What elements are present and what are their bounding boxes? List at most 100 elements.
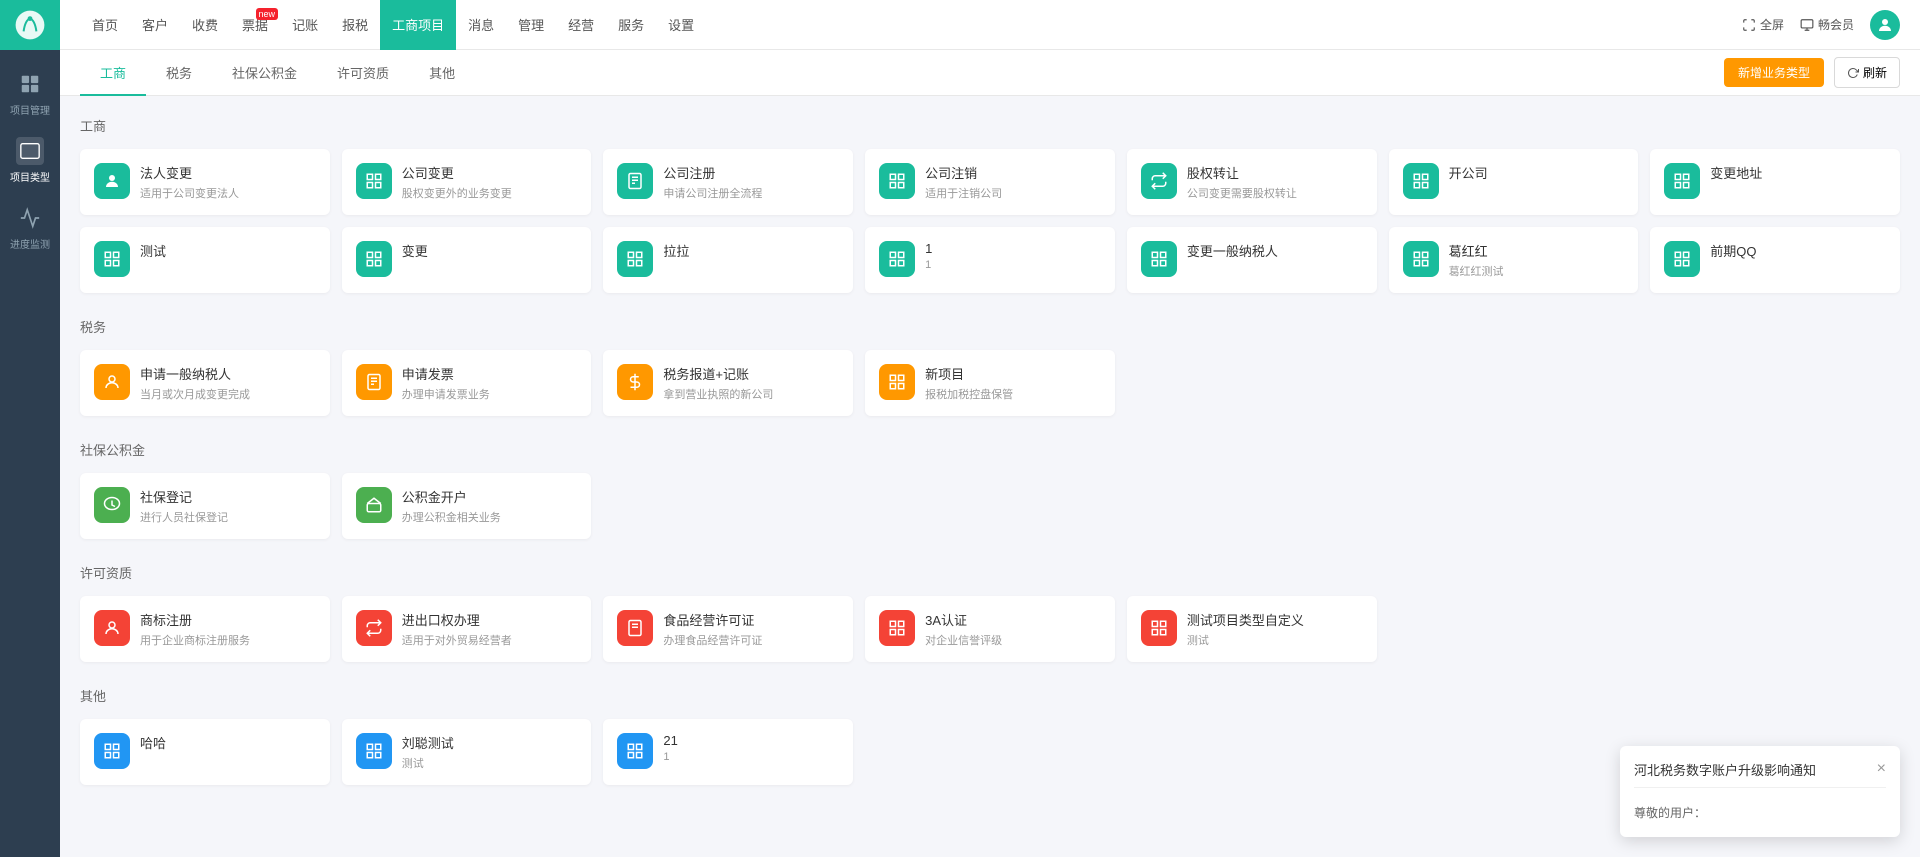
card-liucong-ceshi[interactable]: 刘聪测试 测试 <box>342 719 592 785</box>
card-ceshi[interactable]: 测试 <box>80 227 330 293</box>
refresh-label: 刷新 <box>1863 64 1887 81</box>
gongshang-cards-row1: 法人变更 适用于公司变更法人 公司变更 股权变更外的业务变更 公司注册 申请 <box>80 149 1900 215</box>
member-btn[interactable]: 畅会员 <box>1800 16 1854 33</box>
shebao-cards: 社保登记 进行人员社保登记 公积金开户 办理公积金相关业务 <box>80 473 1900 539</box>
notification-title: 河北税务数字账户升级影响通知 <box>1634 760 1816 779</box>
shuiwu-baodao-icon <box>617 364 653 400</box>
faren-biangeng-desc: 适用于公司变更法人 <box>140 185 316 201</box>
nav-ticket[interactable]: 票据 new <box>230 0 280 50</box>
card-shenqing-shuiren[interactable]: 申请一般纳税人 当月或次月成变更完成 <box>80 350 330 416</box>
section-title-qita: 其他 <box>80 686 1900 705</box>
nav-bookkeeping[interactable]: 记账 <box>280 0 330 50</box>
tab-qita[interactable]: 其他 <box>409 50 475 96</box>
nav-message[interactable]: 消息 <box>456 0 506 50</box>
refresh-button[interactable]: 刷新 <box>1834 57 1900 88</box>
shipin-xuke-icon <box>617 610 653 646</box>
card-gehonghong[interactable]: 葛红红 葛红红测试 <box>1389 227 1639 293</box>
sidebar-item-project-management-label: 项目管理 <box>10 102 50 117</box>
add-business-type-button[interactable]: 新增业务类型 <box>1724 58 1824 87</box>
sidebar-logo[interactable] <box>0 0 60 50</box>
nav-fee[interactable]: 收费 <box>180 0 230 50</box>
card-jinchukouquan[interactable]: 进出口权办理 适用于对外贸易经营者 <box>342 596 592 662</box>
card-gongjijin-kaihu[interactable]: 公积金开户 办理公积金相关业务 <box>342 473 592 539</box>
tab-shebao[interactable]: 社保公积金 <box>212 50 317 96</box>
sidebar-item-progress-label: 进度监测 <box>10 236 50 251</box>
nav-home[interactable]: 首页 <box>80 0 130 50</box>
nav-business[interactable]: 工商项目 <box>380 0 456 50</box>
tab-shuiwu[interactable]: 税务 <box>146 50 212 96</box>
faren-biangeng-icon <box>94 163 130 199</box>
num1-icon <box>879 241 915 277</box>
faren-biangeng-title: 法人变更 <box>140 163 316 182</box>
nav-customer[interactable]: 客户 <box>130 0 180 50</box>
card-21[interactable]: 21 1 <box>603 719 853 785</box>
liucong-ceshi-icon <box>356 733 392 769</box>
biangeng-dizhi-icon <box>1664 163 1700 199</box>
card-shenqing-fapiao[interactable]: 申请发票 办理申请发票业务 <box>342 350 592 416</box>
new-badge: new <box>256 8 279 20</box>
sidebar-item-project-type-label: 项目类型 <box>10 169 50 184</box>
biangeng2-icon <box>356 241 392 277</box>
card-3a-renzheng[interactable]: 3A认证 对企业信誉评级 <box>865 596 1115 662</box>
notification-close-button[interactable]: × <box>1877 760 1886 778</box>
card-21-icon <box>617 733 653 769</box>
tab-gongshang[interactable]: 工商 <box>80 50 146 96</box>
card-xin-xiangmu[interactable]: 新项目 报税加税控盘保管 <box>865 350 1115 416</box>
card-gongsi-biangeng[interactable]: 公司变更 股权变更外的业务变更 <box>342 149 592 215</box>
nav-tax[interactable]: 报税 <box>330 0 380 50</box>
card-ceshi-zidingyi[interactable]: 测试项目类型自定义 测试 <box>1127 596 1377 662</box>
nav-service[interactable]: 服务 <box>606 0 656 50</box>
gongsi-zhuxiao-icon <box>879 163 915 199</box>
project-management-icon-box <box>16 70 44 98</box>
card-guquan-zhuanrang[interactable]: 股权转让 公司变更需要股权转让 <box>1127 149 1377 215</box>
gongsi-zhuce-icon <box>617 163 653 199</box>
sidebar-item-progress[interactable]: 进度监测 <box>0 194 60 261</box>
topnav-right: 全屏 畅会员 <box>1742 10 1900 40</box>
fullscreen-btn[interactable]: 全屏 <box>1742 16 1784 33</box>
card-shangbiao-zhuce[interactable]: 商标注册 用于企业商标注册服务 <box>80 596 330 662</box>
sidebar-item-project-type[interactable]: 项目类型 <box>0 127 60 194</box>
nav-settings[interactable]: 设置 <box>656 0 706 50</box>
progress-icon-box <box>16 204 44 232</box>
card-shipin-xuke[interactable]: 食品经营许可证 办理食品经营许可证 <box>603 596 853 662</box>
notification-body: 尊敬的用户： <box>1634 804 1886 823</box>
page: 工商 税务 社保公积金 许可资质 其他 新增业务类型 刷新 工商 <box>60 50 1920 857</box>
card-num1[interactable]: 1 1 <box>865 227 1115 293</box>
fullscreen-label: 全屏 <box>1760 16 1784 33</box>
card-shebao-dengji[interactable]: 社保登记 进行人员社保登记 <box>80 473 330 539</box>
card-biangeng-shuiren[interactable]: 变更一般纳税人 <box>1127 227 1377 293</box>
nav-operation[interactable]: 经营 <box>556 0 606 50</box>
card-kai-gongsi[interactable]: 开公司 <box>1389 149 1639 215</box>
haha-icon <box>94 733 130 769</box>
section-title-shuiwu: 税务 <box>80 317 1900 336</box>
shebao-dengji-icon <box>94 487 130 523</box>
gongshang-cards-row2: 测试 变更 拉拉 <box>80 227 1900 293</box>
card-gongsi-zhuxiao[interactable]: 公司注销 适用于注销公司 <box>865 149 1115 215</box>
card-biangeng-dizhi[interactable]: 变更地址 <box>1650 149 1900 215</box>
tab-xuke[interactable]: 许可资质 <box>317 50 409 96</box>
tabbar: 工商 税务 社保公积金 许可资质 其他 新增业务类型 刷新 <box>60 50 1920 96</box>
card-lala[interactable]: 拉拉 <box>603 227 853 293</box>
xin-xiangmu-icon <box>879 364 915 400</box>
nav-manage[interactable]: 管理 <box>506 0 556 50</box>
user-avatar[interactable] <box>1870 10 1900 40</box>
card-biangeng2[interactable]: 变更 <box>342 227 592 293</box>
gehonghong-icon <box>1403 241 1439 277</box>
card-gongsi-zhuce[interactable]: 公司注册 申请公司注册全流程 <box>603 149 853 215</box>
card-haha[interactable]: 哈哈 <box>80 719 330 785</box>
biangeng-shuiren-icon <box>1141 241 1177 277</box>
card-shuiwu-baodao[interactable]: 税务报道+记账 拿到营业执照的新公司 <box>603 350 853 416</box>
section-title-gongshang: 工商 <box>80 116 1900 135</box>
card-faren-biangeng[interactable]: 法人变更 适用于公司变更法人 <box>80 149 330 215</box>
card-qianqi-qq[interactable]: 前期QQ <box>1650 227 1900 293</box>
shenqing-shuiren-icon <box>94 364 130 400</box>
sidebar-item-project-management[interactable]: 项目管理 <box>0 60 60 127</box>
scroll-area: 工商 法人变更 适用于公司变更法人 公司变更 股权变更外的业务变更 <box>60 96 1920 857</box>
section-title-shebao: 社保公积金 <box>80 440 1900 459</box>
ceshi-icon <box>94 241 130 277</box>
shuiwu-cards: 申请一般纳税人 当月或次月成变更完成 申请发票 办理申请发票业务 税务报道+记账 <box>80 350 1900 416</box>
xuke-cards: 商标注册 用于企业商标注册服务 进出口权办理 适用于对外贸易经营者 食品经营许可… <box>80 596 1900 662</box>
member-label: 畅会员 <box>1818 16 1854 33</box>
tabbar-actions: 新增业务类型 刷新 <box>1724 57 1900 88</box>
sidebar: 项目管理 项目类型 进度监测 <box>0 0 60 857</box>
